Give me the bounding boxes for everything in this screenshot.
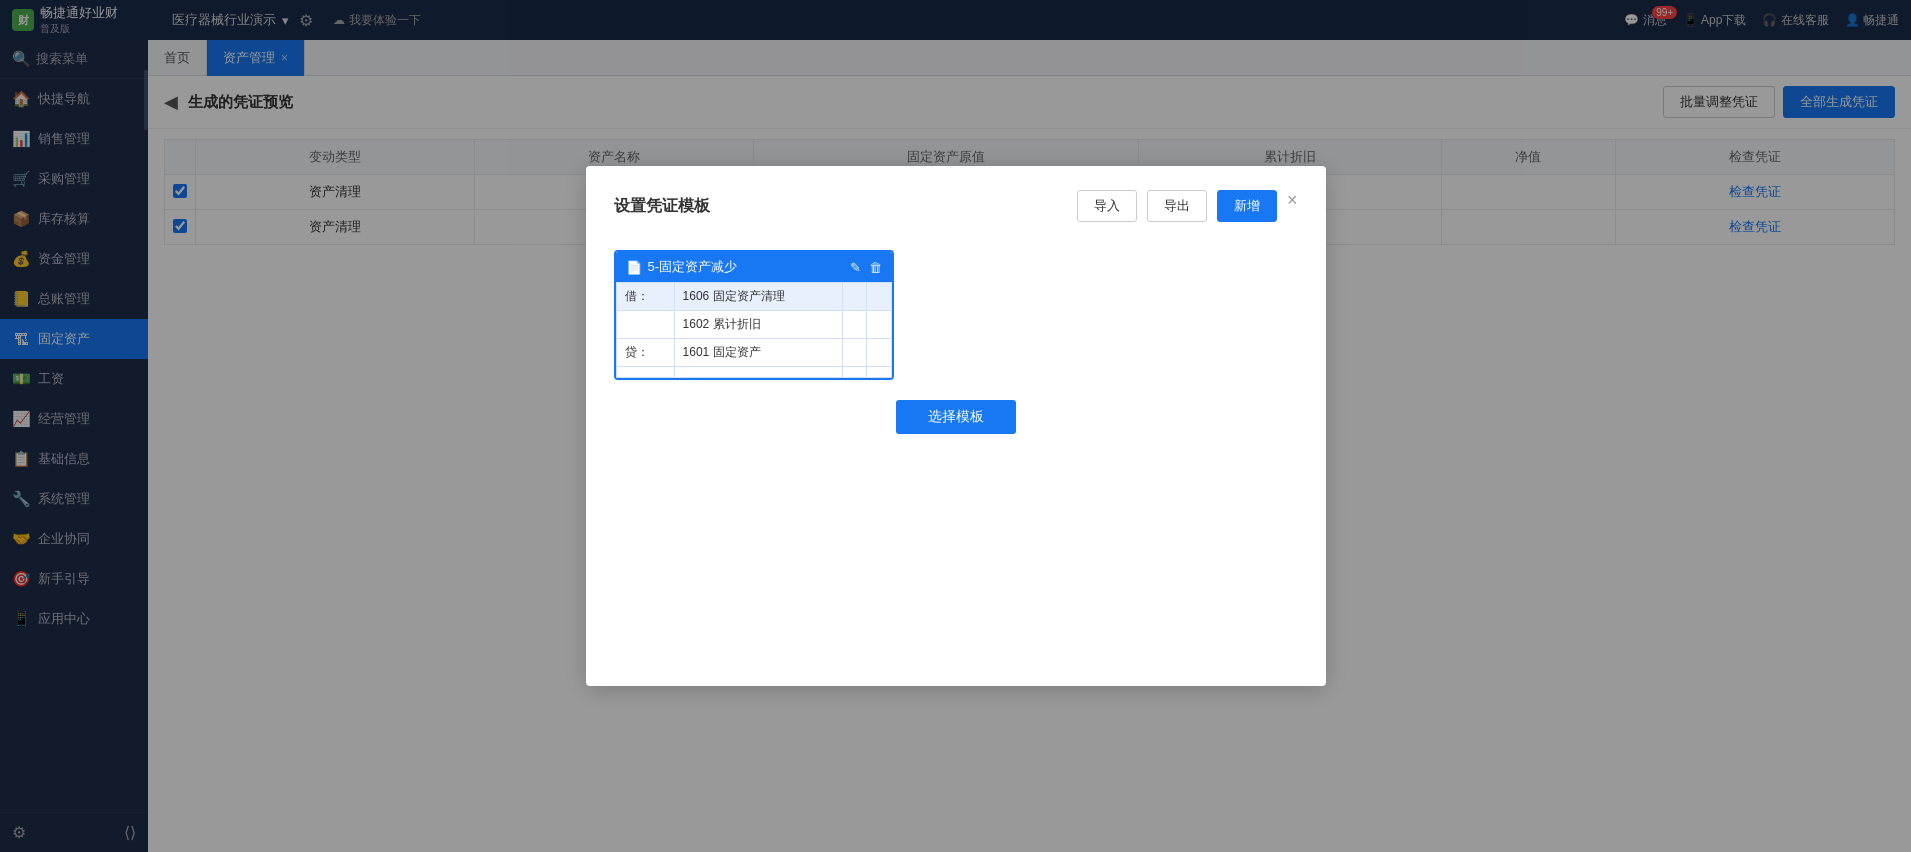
- modal-overlay: 设置凭证模板 导入 导出 新增 × 📄 5-固定资产减少: [0, 0, 1911, 852]
- modal-close-button[interactable]: ×: [1287, 190, 1298, 222]
- template-doc-icon: 📄: [626, 260, 642, 275]
- template-table-row: 贷： 1601 固定资产: [616, 339, 891, 367]
- template-card-name: 5-固定资产减少: [648, 258, 738, 276]
- select-template-btn-wrap: 选择模板: [614, 400, 1298, 434]
- template-credit-4: [867, 367, 891, 378]
- template-card-actions: ✎ 🗑: [850, 260, 882, 275]
- modal-toolbar: 导入 导出 新增 ×: [1077, 190, 1298, 222]
- template-card-header: 📄 5-固定资产减少 ✎ 🗑: [616, 252, 892, 282]
- template-code-3: 1601 固定资产: [674, 339, 843, 367]
- template-table-row: 1602 累计折旧: [616, 311, 891, 339]
- edit-template-icon[interactable]: ✎: [850, 260, 861, 275]
- modal-dialog: 设置凭证模板 导入 导出 新增 × 📄 5-固定资产减少: [586, 166, 1326, 686]
- template-direction-4: [616, 367, 674, 378]
- template-credit-2: [867, 311, 891, 339]
- template-table-row: 借： 1606 固定资产清理: [616, 283, 891, 311]
- template-code-1: 1606 固定资产清理: [674, 283, 843, 311]
- template-credit-3: [867, 339, 891, 367]
- template-direction-3: 贷：: [616, 339, 674, 367]
- new-button[interactable]: 新增: [1217, 190, 1277, 222]
- export-button[interactable]: 导出: [1147, 190, 1207, 222]
- modal-header: 设置凭证模板 导入 导出 新增 ×: [614, 190, 1298, 222]
- template-card: 📄 5-固定资产减少 ✎ 🗑 借： 1606 固定资产清理: [614, 250, 894, 380]
- template-debit-3: [843, 339, 867, 367]
- template-id: 5: [648, 259, 655, 274]
- template-debit-4: [843, 367, 867, 378]
- modal-title: 设置凭证模板: [614, 196, 710, 217]
- template-direction-1: 借：: [616, 283, 674, 311]
- template-debit-1: [843, 283, 867, 311]
- template-table-row: [616, 367, 891, 378]
- template-table: 借： 1606 固定资产清理 1602 累计折旧 贷： 1601 固定资产: [616, 282, 892, 378]
- template-name: 固定资产减少: [659, 259, 737, 274]
- select-template-button[interactable]: 选择模板: [896, 400, 1016, 434]
- template-direction-2: [616, 311, 674, 339]
- template-credit-1: [867, 283, 891, 311]
- delete-template-icon[interactable]: 🗑: [869, 260, 882, 275]
- import-button[interactable]: 导入: [1077, 190, 1137, 222]
- template-code-2: 1602 累计折旧: [674, 311, 843, 339]
- template-card-title-area: 📄 5-固定资产减少: [626, 258, 738, 276]
- template-debit-2: [843, 311, 867, 339]
- template-grid: 📄 5-固定资产减少 ✎ 🗑 借： 1606 固定资产清理: [614, 250, 1298, 380]
- template-code-4: [674, 367, 843, 378]
